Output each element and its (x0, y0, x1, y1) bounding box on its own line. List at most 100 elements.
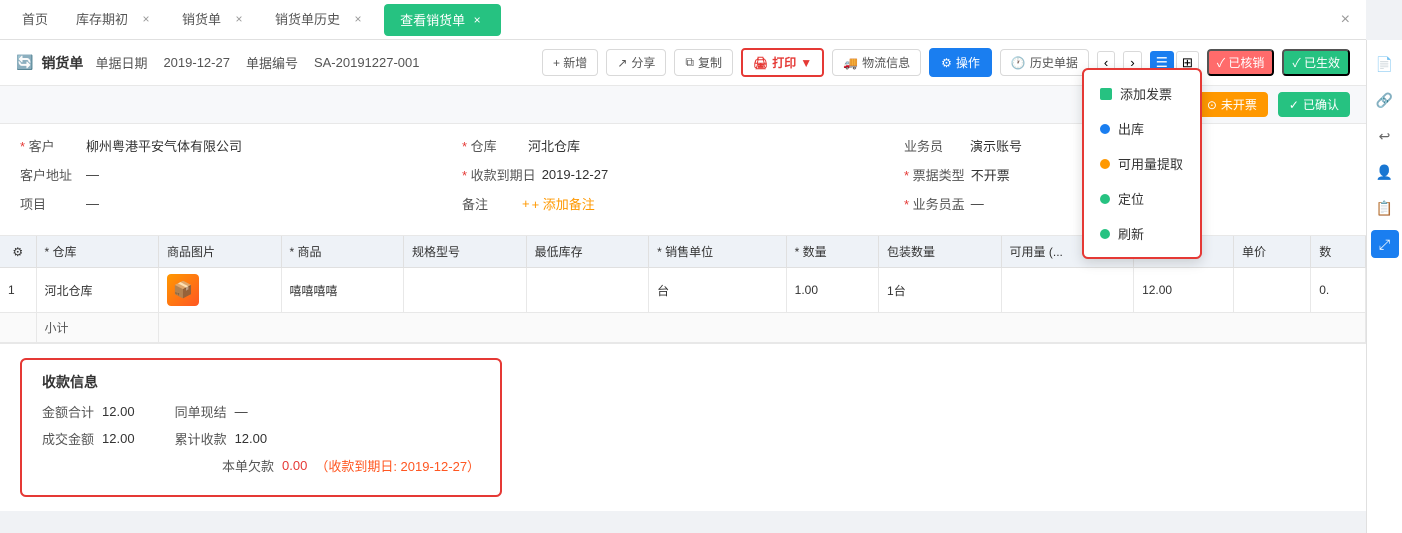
print-icon: 🖨 (753, 56, 768, 70)
share-btn[interactable]: ↗ 分享 (606, 49, 666, 76)
td-product-img: 📦 (159, 268, 282, 313)
menu-locate[interactable]: 定位 (1084, 181, 1200, 216)
employee-label: 业务员 (904, 136, 964, 155)
outbound-icon (1100, 124, 1110, 134)
payment-info-box: 收款信息 金额合计 12.00 同单现结 — 成交金额 12.00 累计收款 (20, 358, 502, 497)
menu-add-invoice[interactable]: 添加发票 (1084, 76, 1200, 111)
add-note-btn[interactable]: + + 添加备注 (522, 194, 595, 213)
subtotal-label-text: 小计 (36, 313, 159, 343)
history-icon: 🕐 (1011, 56, 1026, 70)
project-field: 项目 — (20, 194, 462, 213)
menu-qty-extract[interactable]: 可用量提取 (1084, 146, 1200, 181)
status-effective-icon: ✓ (1292, 56, 1300, 70)
subtotal-row: 小计 (0, 313, 1366, 343)
confirm-btn[interactable]: ✓ 已确认 (1278, 92, 1350, 117)
warehouse-label: 仓库 (462, 136, 522, 155)
sidebar-icon-1[interactable]: 📄 (1371, 50, 1399, 78)
new-btn[interactable]: + 新增 (542, 49, 598, 76)
copy-btn[interactable]: ⧉ 复制 (674, 49, 733, 76)
outstanding-value: 0.00 (282, 458, 307, 473)
confirm-label: 已确认 (1303, 96, 1339, 113)
note-field: 备注 + + 添加备注 (462, 194, 904, 213)
tab-inventory-close[interactable]: × (138, 11, 154, 27)
print-dropdown-icon: ▼ (800, 56, 812, 70)
tab-view-sales[interactable]: 查看销货单 × (384, 4, 501, 36)
td-price (1233, 268, 1310, 313)
confirm-icon: ✓ (1289, 98, 1299, 112)
tab-sales[interactable]: 销货单 × (168, 0, 261, 40)
project-label: 项目 (20, 194, 80, 213)
add-invoice-icon (1100, 88, 1112, 100)
transaction-value: 12.00 (102, 431, 135, 446)
subtotal-empty (159, 313, 1366, 343)
status-revoked-btn[interactable]: ✓ 已核销 (1207, 49, 1275, 76)
doc-meta: 单据日期 2019-12-27 单据编号 SA-20191227-001 (95, 53, 419, 72)
total-amount-item: 金额合计 12.00 (42, 402, 135, 421)
customer-field: 客户 柳州粤港平安气体有限公司 (20, 136, 462, 155)
tab-home[interactable]: 首页 (8, 0, 62, 40)
tab-sales-history-label: 销货单历史 (275, 9, 340, 28)
outstanding-label: 本单欠款 (222, 456, 274, 475)
employee-value: 演示账号 (970, 136, 1022, 155)
tab-sales-history[interactable]: 销货单历史 × (261, 0, 380, 40)
sidebar-icon-3[interactable]: ↩ (1371, 122, 1399, 150)
history-btn[interactable]: 🕐 历史单据 (1000, 49, 1089, 76)
tab-sales-label: 销货单 (182, 9, 221, 28)
td-num: 1 (0, 268, 36, 313)
product-image: 📦 (167, 274, 199, 306)
copy-icon: ⧉ (685, 55, 694, 70)
add-note-plus: + (522, 196, 530, 211)
status-revoked-label: 已核销 (1228, 56, 1264, 70)
logistics-btn[interactable]: 🚚 物流信息 (832, 49, 921, 76)
salesperson-value: — (971, 196, 984, 211)
tab-sales-history-close[interactable]: × (350, 11, 366, 27)
operate-btn[interactable]: ⚙ 操作 (929, 48, 992, 77)
refresh-icon (1100, 229, 1110, 239)
td-spec (404, 268, 527, 313)
print-btn-label: 打印 (772, 54, 796, 71)
tab-inventory-label: 库存期初 (76, 9, 128, 28)
th-qty: * 数量 (786, 236, 878, 268)
logistics-btn-label: 物流信息 (862, 54, 910, 71)
status-effective-btn[interactable]: ✓ 已生效 (1282, 49, 1350, 76)
not-opened-btn[interactable]: ⊙ 未开票 (1196, 92, 1268, 117)
customer-addr-value: — (86, 167, 99, 182)
th-product-img: 商品图片 (159, 236, 282, 268)
payment-info-title: 收款信息 (42, 372, 480, 392)
window-close-btn[interactable]: × (1333, 11, 1358, 29)
doc-icon: 🔄 (16, 54, 33, 71)
sidebar-icon-4[interactable]: 👤 (1371, 158, 1399, 186)
ticket-type-label: 票据类型 (904, 165, 965, 184)
right-sidebar: 📄 🔗 ↩ 👤 📋 ⤢ (1366, 40, 1402, 533)
th-unit: * 销售单位 (649, 236, 787, 268)
product-img-icon: 📦 (173, 280, 193, 300)
table-row: 1 河北仓库 📦 嘻嘻嘻嘻 台 1.00 1台 12.00 (0, 268, 1366, 313)
th-min-stock: 最低库存 (526, 236, 649, 268)
outstanding-note: （收款到期日: 2019-12-27） (315, 456, 480, 475)
td-qty: 1.00 (786, 268, 878, 313)
doc-title: 销货单 (41, 53, 83, 73)
sidebar-icon-6[interactable]: ⤢ (1371, 230, 1399, 258)
sidebar-icon-5[interactable]: 📋 (1371, 194, 1399, 222)
tab-sales-close[interactable]: × (231, 11, 247, 27)
total-amount-value: 12.00 (102, 404, 135, 419)
warehouse-value: 河北仓库 (528, 136, 580, 155)
menu-outbound[interactable]: 出库 (1084, 111, 1200, 146)
td-pack-qty: 1台 (879, 268, 1002, 313)
th-spec: 规格型号 (404, 236, 527, 268)
qty-extract-icon (1100, 159, 1110, 169)
note-label: 备注 (462, 194, 522, 213)
th-price: 单价 (1233, 236, 1310, 268)
customer-addr-label: 客户地址 (20, 165, 80, 184)
tab-inventory[interactable]: 库存期初 × (62, 0, 168, 40)
print-btn[interactable]: 🖨 打印 ▼ (741, 48, 824, 77)
menu-refresh[interactable]: 刷新 (1084, 216, 1200, 251)
sidebar-icon-2[interactable]: 🔗 (1371, 86, 1399, 114)
th-pack-qty: 包装数量 (879, 236, 1002, 268)
ticket-type-value: 不开票 (971, 165, 1010, 184)
project-value: — (86, 196, 99, 211)
transaction-item: 成交金额 12.00 (42, 429, 135, 448)
tab-view-sales-close[interactable]: × (469, 12, 485, 28)
operate-btn-label: 操作 (956, 54, 980, 71)
subtotal-label (0, 313, 36, 343)
